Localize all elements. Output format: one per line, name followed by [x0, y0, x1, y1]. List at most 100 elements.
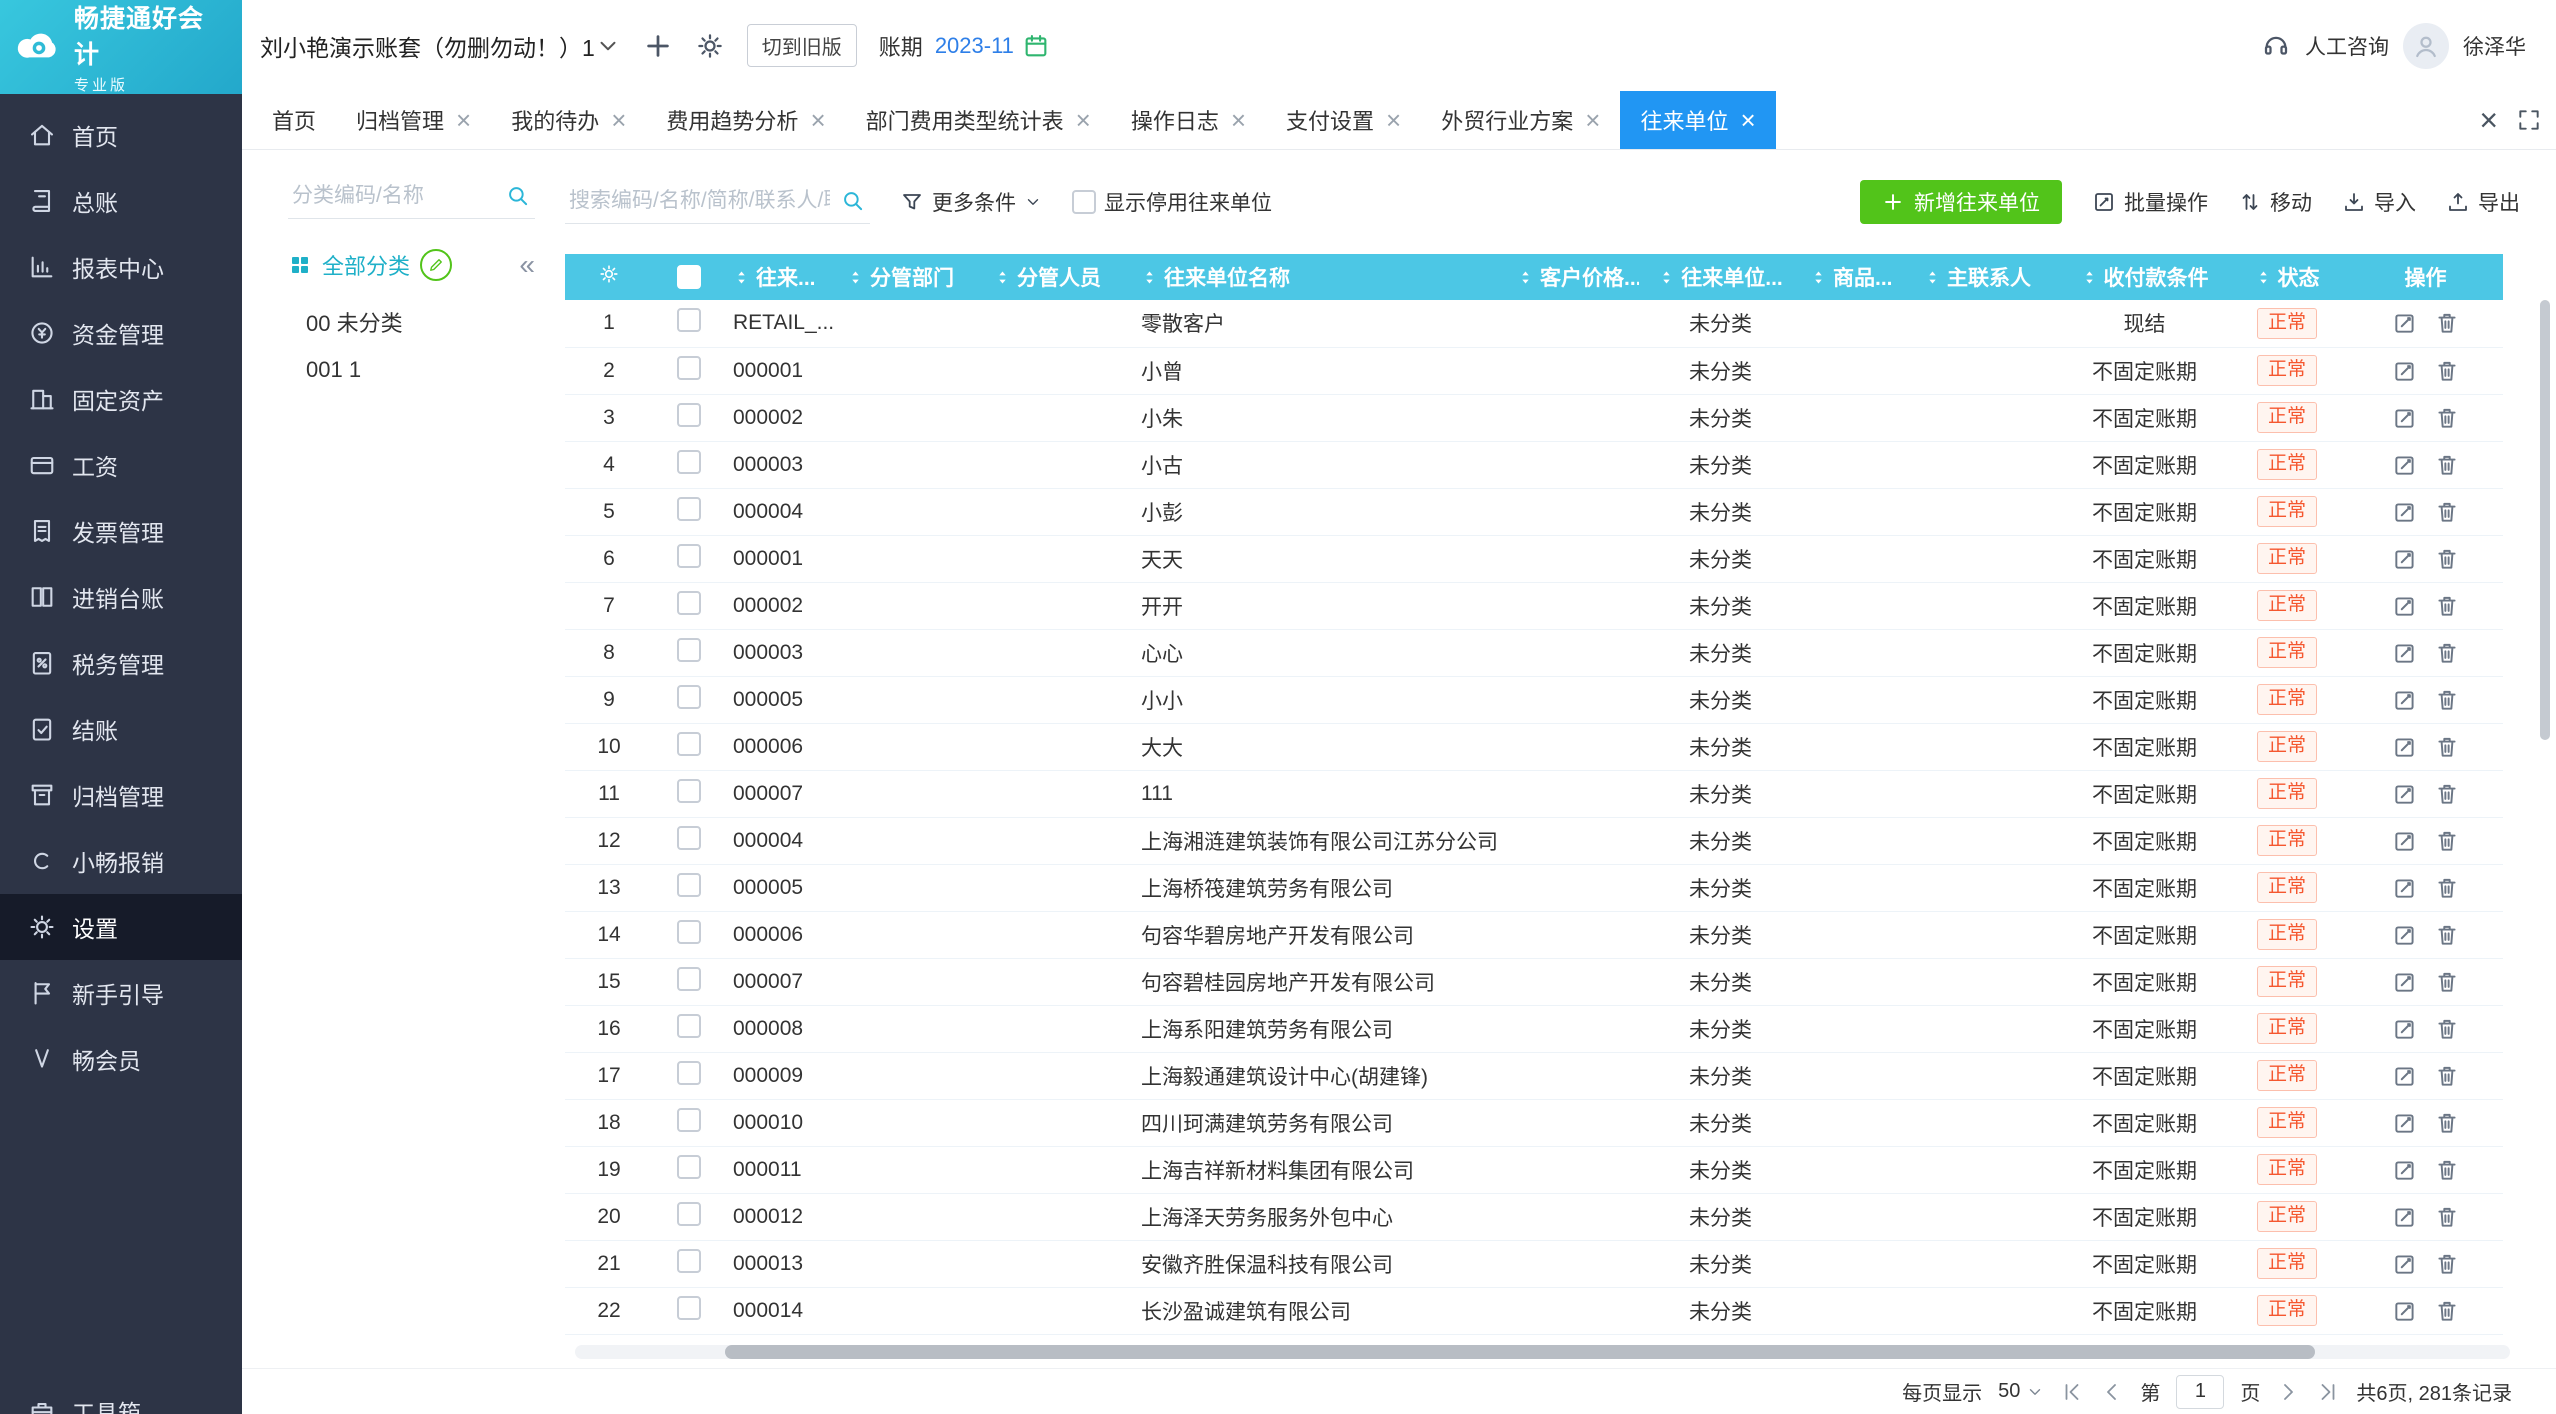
add-account-set-icon[interactable]: [643, 31, 673, 61]
row-checkbox[interactable]: [677, 872, 701, 897]
edit-icon[interactable]: [2392, 875, 2418, 901]
row-checkbox[interactable]: [677, 355, 701, 380]
row-checkbox[interactable]: [677, 449, 701, 474]
period-value[interactable]: 2023-11: [935, 33, 1014, 59]
account-chevron-down-icon[interactable]: [595, 33, 621, 59]
row-checkbox[interactable]: [677, 402, 701, 427]
edit-icon[interactable]: [2392, 358, 2418, 384]
tab-close-icon[interactable]: ×: [810, 107, 825, 133]
column-settings-header[interactable]: [565, 254, 653, 300]
avatar[interactable]: [2403, 22, 2449, 69]
page-number-input[interactable]: [2176, 1374, 2225, 1409]
row-checkbox[interactable]: [677, 637, 701, 662]
edit-icon[interactable]: [2392, 499, 2418, 525]
column-header-分管部门[interactable]: 分管部门: [839, 254, 986, 300]
move-button[interactable]: 移动: [2238, 187, 2312, 217]
tab-close-icon[interactable]: ×: [1740, 107, 1755, 133]
tab-close-icon[interactable]: ×: [1231, 107, 1246, 133]
per-page-select[interactable]: 50: [1998, 1380, 2044, 1403]
close-all-tabs-icon[interactable]: ×: [2479, 104, 2498, 136]
consult-link[interactable]: 人工咨询: [2305, 31, 2389, 61]
row-checkbox[interactable]: [677, 966, 701, 991]
row-checkbox[interactable]: [677, 825, 701, 850]
delete-icon[interactable]: [2434, 1298, 2460, 1324]
tab-费用趋势分析[interactable]: 费用趋势分析 ×: [646, 91, 845, 149]
delete-icon[interactable]: [2434, 1016, 2460, 1042]
add-partner-button[interactable]: 新增往来单位: [1860, 180, 2062, 224]
edit-icon[interactable]: [2392, 1204, 2418, 1230]
row-checkbox[interactable]: [677, 684, 701, 709]
row-checkbox[interactable]: [677, 308, 701, 333]
show-disabled-checkbox[interactable]: [1072, 190, 1096, 214]
delete-icon[interactable]: [2434, 781, 2460, 807]
column-header-往来单位名称[interactable]: 往来单位名称: [1133, 254, 1509, 300]
category-tree-item[interactable]: 00 未分类: [306, 301, 535, 347]
category-tree-item[interactable]: 001 1: [306, 347, 535, 393]
collapse-panel-icon[interactable]: «: [519, 251, 535, 279]
edit-icon[interactable]: [2392, 593, 2418, 619]
edit-icon[interactable]: [2392, 687, 2418, 713]
sidebar-item-toolbox[interactable]: 工具箱: [0, 1378, 242, 1414]
delete-icon[interactable]: [2434, 1110, 2460, 1136]
export-button[interactable]: 导出: [2446, 187, 2520, 217]
edit-icon[interactable]: [2392, 1063, 2418, 1089]
tab-支付设置[interactable]: 支付设置 ×: [1266, 91, 1421, 149]
prev-page-icon[interactable]: [2100, 1380, 2124, 1404]
tab-操作日志[interactable]: 操作日志 ×: [1111, 91, 1266, 149]
sidebar-item-closing[interactable]: 结账: [0, 696, 242, 762]
next-page-icon[interactable]: [2276, 1380, 2300, 1404]
all-categories-label[interactable]: 全部分类: [322, 249, 410, 281]
edit-icon[interactable]: [2392, 1298, 2418, 1324]
tab-我的待办[interactable]: 我的待办 ×: [491, 91, 646, 149]
edit-icon[interactable]: [2392, 452, 2418, 478]
row-checkbox[interactable]: [677, 778, 701, 803]
vertical-scrollbar-thumb[interactable]: [2540, 300, 2550, 740]
sidebar-item-settings[interactable]: 设置: [0, 894, 242, 960]
column-header-客户价格...[interactable]: 客户价格...: [1509, 254, 1639, 300]
edit-icon[interactable]: [2392, 1016, 2418, 1042]
delete-icon[interactable]: [2434, 640, 2460, 666]
edit-icon[interactable]: [2392, 405, 2418, 431]
delete-icon[interactable]: [2434, 546, 2460, 572]
tab-close-icon[interactable]: ×: [1076, 107, 1091, 133]
edit-icon[interactable]: [2392, 640, 2418, 666]
sidebar-item-purchase-ledger[interactable]: 进销台账: [0, 564, 242, 630]
partner-search-input[interactable]: [565, 180, 870, 224]
delete-icon[interactable]: [2434, 687, 2460, 713]
sidebar-item-reimburse[interactable]: 小畅报销: [0, 828, 242, 894]
sidebar-item-salary[interactable]: 工资: [0, 432, 242, 498]
delete-icon[interactable]: [2434, 310, 2460, 336]
tab-close-icon[interactable]: ×: [1386, 107, 1401, 133]
sidebar-item-guide[interactable]: 新手引导: [0, 960, 242, 1026]
column-header-商品...[interactable]: 商品...: [1802, 254, 1916, 300]
edit-icon[interactable]: [2392, 1110, 2418, 1136]
select-all-checkbox[interactable]: [677, 265, 701, 290]
row-checkbox[interactable]: [677, 543, 701, 568]
edit-categories-button[interactable]: [420, 249, 453, 281]
row-checkbox[interactable]: [677, 1295, 701, 1320]
category-search-input[interactable]: [288, 176, 535, 219]
batch-actions-button[interactable]: 批量操作: [2092, 187, 2208, 217]
last-page-icon[interactable]: [2316, 1380, 2340, 1404]
horizontal-scrollbar-thumb[interactable]: [725, 1344, 2315, 1359]
sidebar-item-invoice[interactable]: 发票管理: [0, 498, 242, 564]
first-page-icon[interactable]: [2060, 1380, 2084, 1404]
delete-icon[interactable]: [2434, 1063, 2460, 1089]
sidebar-item-archive[interactable]: 归档管理: [0, 762, 242, 828]
delete-icon[interactable]: [2434, 593, 2460, 619]
delete-icon[interactable]: [2434, 1251, 2460, 1277]
edit-icon[interactable]: [2392, 310, 2418, 336]
row-checkbox[interactable]: [677, 1013, 701, 1038]
row-checkbox[interactable]: [677, 1248, 701, 1273]
row-checkbox[interactable]: [677, 1201, 701, 1226]
row-checkbox[interactable]: [677, 1107, 701, 1132]
column-header-往来...[interactable]: 往来...: [725, 254, 839, 300]
tab-归档管理[interactable]: 归档管理 ×: [336, 91, 491, 149]
delete-icon[interactable]: [2434, 1204, 2460, 1230]
delete-icon[interactable]: [2434, 969, 2460, 995]
delete-icon[interactable]: [2434, 405, 2460, 431]
row-checkbox[interactable]: [677, 1060, 701, 1085]
sidebar-item-funds[interactable]: 资金管理: [0, 300, 242, 366]
username[interactable]: 徐泽华: [2463, 31, 2526, 61]
import-button[interactable]: 导入: [2342, 187, 2416, 217]
